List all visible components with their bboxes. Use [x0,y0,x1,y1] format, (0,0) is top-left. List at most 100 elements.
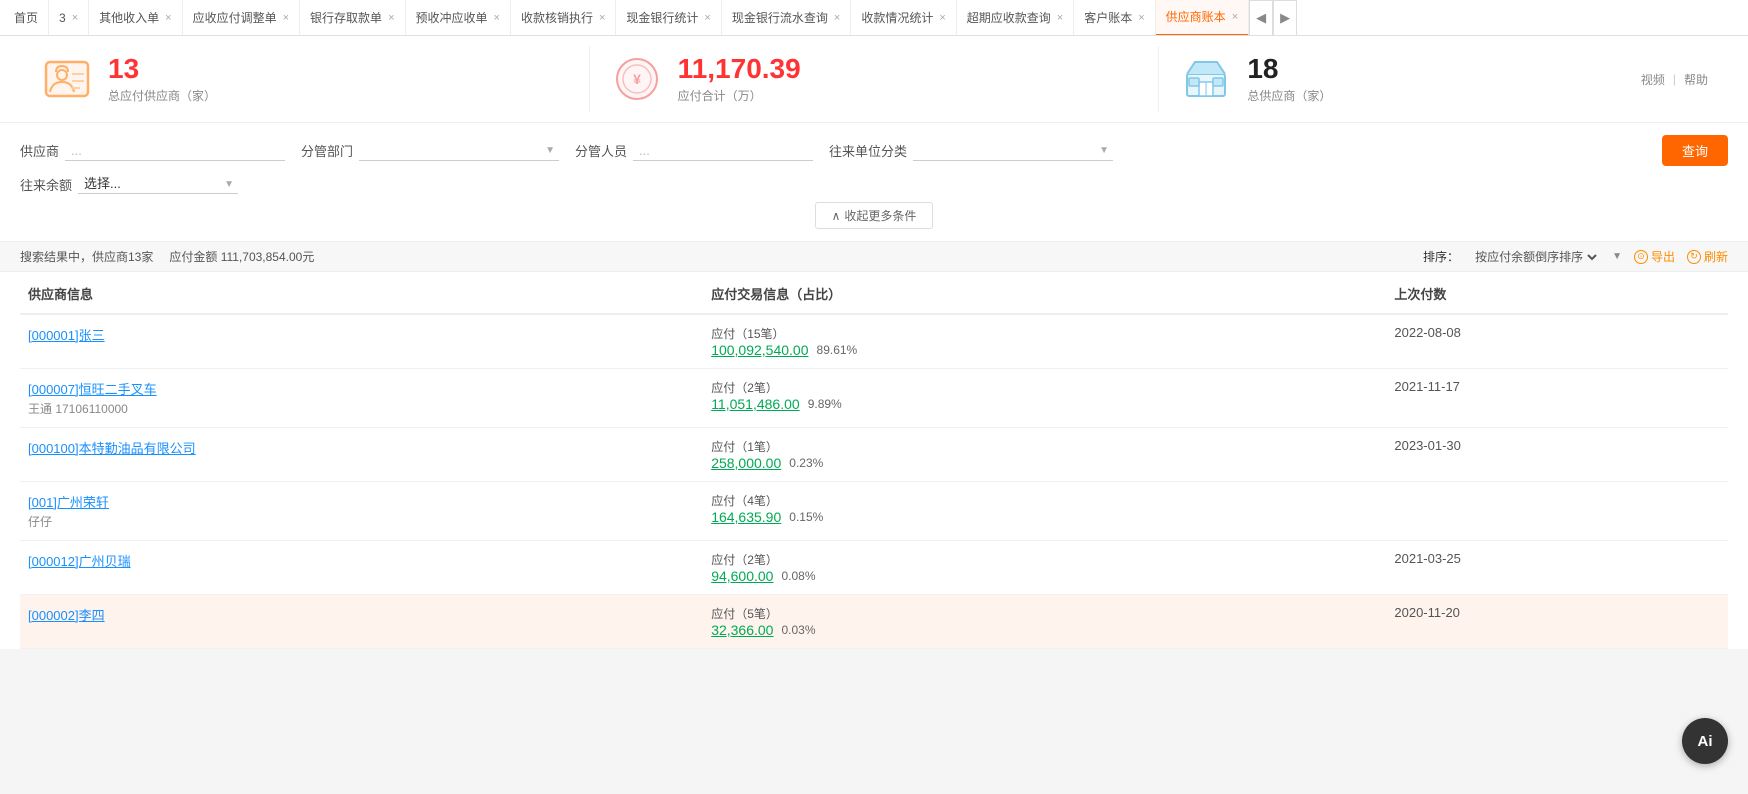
nav-tab-other-income[interactable]: 其他收入单 × [89,0,182,36]
supplier-link[interactable]: [000001]张三 [28,328,105,343]
unit-filter-select[interactable] [913,141,1113,161]
close-icon[interactable]: × [494,12,500,24]
nav-tab-3[interactable]: 3 × [49,0,89,36]
store-icon [1179,52,1233,106]
unit-select-wrap: ▼ [913,141,1113,161]
supplier-link[interactable]: [000100]本特勤油品有限公司 [28,441,196,456]
dept-filter-label: 分管部门 [301,141,353,160]
summary-card-total-suppliers: 18 总供应商（家） 视频 | 帮助 [1159,46,1728,112]
result-bar: 搜索结果中，供应商13家 应付金额 111,703,854.00元 排序： 按应… [0,242,1748,272]
ap-label: 应付（1笔） [711,438,1378,455]
nav-tab-cash-stats[interactable]: 现金银行统计 × [616,0,721,36]
sort-label: 排序： [1423,248,1459,265]
summary-text-total: 11,170.39 应付合计（万） [678,54,801,104]
total-suppliers-number: 18 [1247,54,1331,85]
close-icon[interactable]: × [283,12,289,24]
amount-link[interactable]: 100,092,540.00 [711,342,808,358]
balance-filter-label: 往来余额 [20,175,72,194]
supplier-sub-info: 仔仔 [28,513,695,530]
nav-tab-customer-ledger[interactable]: 客户账本 × [1074,0,1155,36]
filter-unit-type: 往来单位分类 ▼ [829,141,1113,161]
close-icon[interactable]: × [72,12,78,24]
export-button[interactable]: ⊙ 导出 [1634,248,1675,265]
supplier-info-cell: [000007]恒旺二手叉车王通 17106110000 [20,369,703,428]
export-icon: ⊙ [1634,250,1648,264]
percentage-text: 0.03% [781,623,815,637]
table-header-row: 供应商信息 应付交易信息（占比） 上次付数 [20,272,1728,314]
close-icon[interactable]: × [165,12,171,24]
supplier-link[interactable]: [001]广州荣轩 [28,495,109,510]
nav-tab-collect[interactable]: 收款核销执行 × [511,0,616,36]
top-navigation: 首页 3 × 其他收入单 × 应收应付调整单 × 银行存取款单 × 预收冲应收单… [0,0,1748,36]
table-row: [000002]李四应付（5笔）32,366.000.03%2020-11-20 [20,595,1728,649]
payable-suppliers-label: 总应付供应商（家） [108,87,216,104]
person-filter-input[interactable] [633,141,813,161]
summary-help-links: 视频 | 帮助 [1641,71,1708,88]
summary-text-payable: 13 总应付供应商（家） [108,54,216,104]
th-supplier-info: 供应商信息 [20,272,703,314]
help-link[interactable]: 帮助 [1684,71,1708,88]
summary-bar: 13 总应付供应商（家） ¥ 11,170.39 应付合计（万） [0,36,1748,123]
summary-text-store: 18 总供应商（家） [1247,54,1331,104]
svg-text:¥: ¥ [633,71,641,87]
close-icon[interactable]: × [599,12,605,24]
ap-label: 应付（2笔） [711,379,1378,396]
balance-select-wrap: 选择... ▼ [78,174,238,194]
nav-tab-cash-flow[interactable]: 现金银行流水查询 × [722,0,851,36]
result-amount: 应付金额 111,703,854.00元 [169,248,314,265]
ap-info-cell: 应付（2笔）94,600.000.08% [703,541,1386,595]
amount-link[interactable]: 94,600.00 [711,568,773,584]
nav-tab-advance[interactable]: 预收冲应收单 × [406,0,511,36]
nav-tab-supplier-ledger[interactable]: 供应商账本 × [1156,0,1249,36]
filter-row-2: 往来余额 选择... ▼ [20,174,1728,194]
ap-info-cell: 应付（4笔）164,635.900.15% [703,482,1386,541]
supplier-info-cell: [001]广州荣轩仔仔 [20,482,703,541]
supplier-info-cell: [000002]李四 [20,595,703,649]
supplier-filter-input[interactable] [65,141,285,161]
nav-tab-overdue[interactable]: 超期应收款查询 × [957,0,1074,36]
close-icon[interactable]: × [834,12,840,24]
amount-link[interactable]: 32,366.00 [711,622,773,638]
nav-prev-arrow[interactable]: ◀ [1249,0,1273,36]
percentage-text: 9.89% [808,397,842,411]
nav-tab-collect-stats[interactable]: 收款情况统计 × [851,0,956,36]
amount-link[interactable]: 11,051,486.00 [711,396,800,412]
nav-tab-adjustment[interactable]: 应收应付调整单 × [183,0,300,36]
ap-info-cell: 应付（2笔）11,051,486.00 9.89% [703,369,1386,428]
ap-label: 应付（5笔） [711,605,1378,622]
supplier-table-container: 供应商信息 应付交易信息（占比） 上次付数 [000001]张三应付（15笔）1… [0,272,1748,649]
percentage-text: 0.15% [789,510,823,524]
close-icon[interactable]: × [1057,12,1063,24]
nav-tab-home[interactable]: 首页 [4,0,49,36]
supplier-link[interactable]: [000007]恒旺二手叉车 [28,382,157,397]
close-icon[interactable]: × [704,12,710,24]
ai-assistant-button[interactable]: Ai [1682,718,1728,764]
video-link[interactable]: 视频 [1641,71,1665,88]
balance-filter-select[interactable]: 选择... [78,174,238,194]
total-payable-number: 11,170.39 [678,54,801,85]
ap-label: 应付（15笔） [711,325,1378,342]
nav-tab-bank[interactable]: 银行存取款单 × [300,0,405,36]
close-icon[interactable]: × [1232,11,1238,23]
close-icon[interactable]: × [1138,12,1144,24]
supplier-link[interactable]: [000002]李四 [28,608,105,623]
sort-select[interactable]: 按应付余额倒序排序 [1471,249,1600,265]
collapse-button[interactable]: ∧ 收起更多条件 [815,202,934,229]
supplier-sub-info: 王通 17106110000 [28,400,695,417]
close-icon[interactable]: × [388,12,394,24]
filter-row-1: 供应商 分管部门 ▼ 分管人员 往来单位分类 ▼ 查询 [20,135,1728,166]
result-supplier-count: 搜索结果中，供应商13家 [20,248,153,265]
filter-balance: 往来余额 选择... ▼ [20,174,238,194]
amount-link[interactable]: 164,635.90 [711,509,781,525]
close-icon[interactable]: × [939,12,945,24]
query-button[interactable]: 查询 [1662,135,1728,166]
table-row: [001]广州荣轩仔仔应付（4笔）164,635.900.15% [20,482,1728,541]
dept-filter-select[interactable] [359,141,559,161]
table-row: [000012]广州贝瑞应付（2笔）94,600.000.08%2021-03-… [20,541,1728,595]
supplier-link[interactable]: [000012]广州贝瑞 [28,554,131,569]
dept-select-wrap: ▼ [359,141,559,161]
nav-next-arrow[interactable]: ▶ [1273,0,1297,36]
filter-supplier: 供应商 [20,141,285,161]
refresh-button[interactable]: ↻ 刷新 [1687,248,1728,265]
amount-link[interactable]: 258,000.00 [711,455,781,471]
